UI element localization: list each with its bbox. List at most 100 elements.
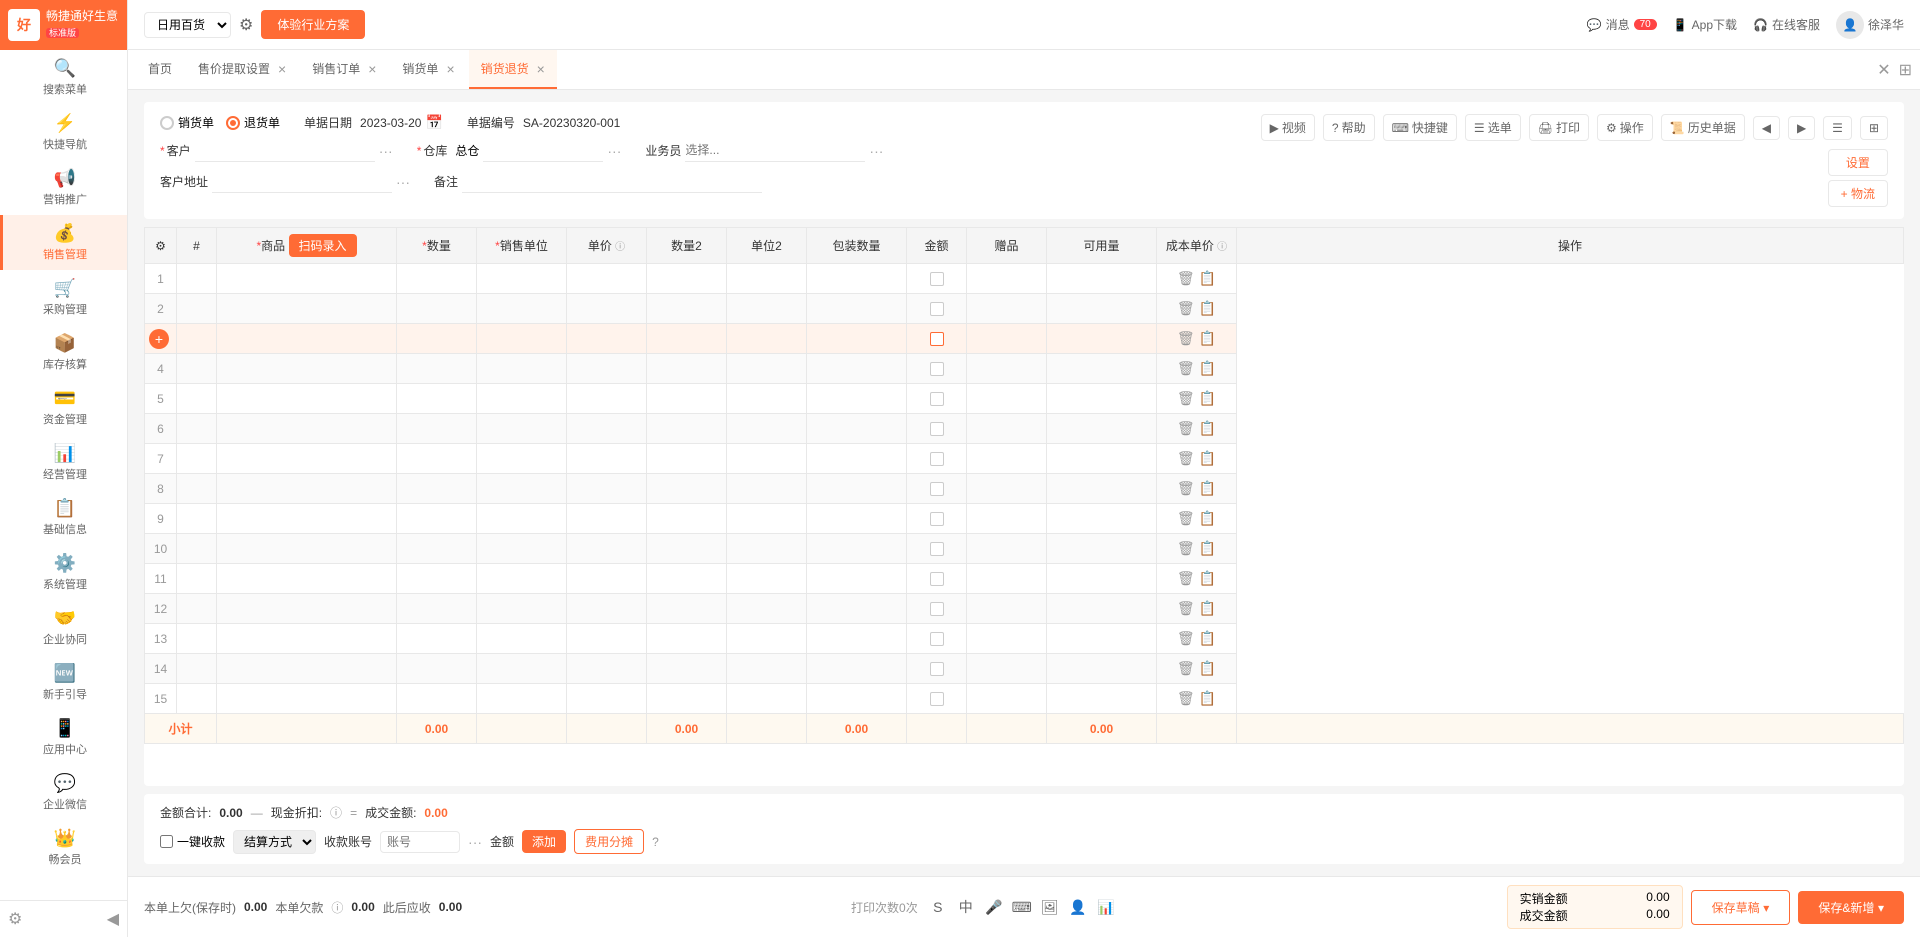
sidebar-item-inventory[interactable]: 📦 库存核算 [0, 325, 127, 380]
gift-checkbox-13[interactable] [930, 632, 944, 646]
delete-row-10[interactable]: 🗑 [1177, 540, 1195, 557]
sidebar-item-marketing[interactable]: 📢 营销推广 [0, 160, 127, 215]
nav-prev-btn[interactable]: ◀ [1753, 116, 1780, 140]
col-settings-header[interactable]: ⚙ [145, 228, 177, 264]
address-select-btn[interactable]: ··· [396, 174, 410, 190]
delete-row-9[interactable]: 🗑 [1177, 510, 1195, 527]
message-btn[interactable]: 💬 消息 70 [1587, 16, 1657, 33]
list-view-btn[interactable]: ☰ [1823, 116, 1852, 140]
help-btn[interactable]: ? 帮助 [1323, 114, 1375, 141]
experience-plan-btn[interactable]: 体验行业方案 [261, 10, 365, 39]
copy-row-8[interactable]: 📋 [1199, 480, 1216, 497]
sidebar-item-basic[interactable]: 📋 基础信息 [0, 490, 127, 545]
delete-row-11[interactable]: 🗑 [1177, 570, 1195, 587]
customer-select-btn[interactable]: ··· [379, 143, 393, 159]
gift-checkbox-15[interactable] [930, 692, 944, 706]
scan-input-btn[interactable]: 扫码录入 [289, 234, 357, 257]
online-service-btn[interactable]: 🎧 在线客服 [1753, 16, 1820, 33]
remark-input[interactable] [462, 170, 762, 193]
copy-row-2-btn[interactable]: 📋 [1199, 300, 1216, 317]
gift-checkbox-4[interactable] [930, 362, 944, 376]
copy-row-14[interactable]: 📋 [1199, 660, 1216, 677]
copy-row-9[interactable]: 📋 [1199, 510, 1216, 527]
sidebar-item-shortcut[interactable]: ⚡ 快捷导航 [0, 105, 127, 160]
sidebar-item-vip[interactable]: 👑 畅会员 [0, 820, 127, 875]
copy-row-4[interactable]: 📋 [1199, 360, 1216, 377]
select-btn[interactable]: ☰ 选单 [1465, 114, 1521, 141]
gift-checkbox-6[interactable] [930, 422, 944, 436]
industry-select[interactable]: 日用百货 [144, 12, 231, 38]
single-owe-info[interactable]: ⓘ [331, 899, 343, 916]
warehouse-select-btn[interactable]: ··· [607, 143, 621, 159]
tab-sales-delivery-close[interactable]: × [446, 61, 454, 77]
sidebar-item-finance[interactable]: 💳 资金管理 [0, 380, 127, 435]
gift-checkbox-2[interactable] [930, 302, 944, 316]
gift-checkbox-3[interactable] [930, 332, 944, 346]
gift-checkbox-7[interactable] [930, 452, 944, 466]
one-click-checkbox[interactable] [160, 835, 173, 848]
tab-price-setting-close[interactable]: × [278, 61, 286, 77]
gift-checkbox-9[interactable] [930, 512, 944, 526]
app-download-btn[interactable]: 📱 App下载 [1673, 16, 1737, 33]
settlement-method-select[interactable]: 结算方式 [233, 830, 316, 854]
print-btn[interactable]: 🖨 打印 [1529, 114, 1589, 141]
fee-split-btn[interactable]: 费用分摊 [574, 829, 644, 854]
copy-row-7[interactable]: 📋 [1199, 450, 1216, 467]
tab-sales-order[interactable]: 销售订单 × [300, 50, 388, 89]
salesperson-input[interactable] [685, 139, 865, 162]
gift-checkbox-5[interactable] [930, 392, 944, 406]
fee-help-icon[interactable]: ? [652, 835, 659, 849]
copy-row-6[interactable]: 📋 [1199, 420, 1216, 437]
nav-next-btn[interactable]: ▶ [1788, 116, 1815, 140]
sidebar-collapse-btn[interactable]: ◀ [107, 909, 119, 929]
sidebar-settings-btn[interactable]: ⚙ [8, 909, 22, 929]
topbar-gear-btn[interactable]: ⚙ [239, 15, 253, 35]
copy-row-15[interactable]: 📋 [1199, 690, 1216, 707]
add-payment-btn[interactable]: 添加 [522, 830, 566, 853]
save-draft-btn[interactable]: 保存草稿 ▾ [1691, 890, 1791, 925]
delete-row-8[interactable]: 🗑 [1177, 480, 1195, 497]
add-row-btn[interactable]: + [149, 329, 169, 349]
tab-sales-return[interactable]: 销货退货 × [469, 50, 557, 89]
settings-side-btn[interactable]: 设置 [1828, 149, 1888, 176]
delete-row-5[interactable]: 🗑 [1177, 390, 1195, 407]
copy-row-1-btn[interactable]: 📋 [1199, 270, 1216, 287]
copy-row-3-btn[interactable]: 📋 [1199, 330, 1216, 347]
tab-sales-delivery[interactable]: 销货单 × [390, 50, 466, 89]
radio-return[interactable]: 退货单 [226, 114, 280, 131]
radio-sales[interactable]: 销货单 [160, 114, 214, 131]
gift-checkbox-10[interactable] [930, 542, 944, 556]
gift-checkbox-12[interactable] [930, 602, 944, 616]
grid-view-btn[interactable]: ⊞ [1860, 116, 1888, 140]
delete-row-15[interactable]: 🗑 [1177, 690, 1195, 707]
video-btn[interactable]: ▶ 视频 [1261, 114, 1315, 141]
tab-sales-order-close[interactable]: × [368, 61, 376, 77]
account-input[interactable] [380, 831, 460, 853]
gift-checkbox-8[interactable] [930, 482, 944, 496]
logistics-side-btn[interactable]: + 物流 [1828, 180, 1888, 207]
delete-row-14[interactable]: 🗑 [1177, 660, 1195, 677]
sidebar-item-purchase[interactable]: 🛒 采购管理 [0, 270, 127, 325]
delete-row-1-btn[interactable]: 🗑 [1177, 270, 1195, 287]
customer-input[interactable] [195, 139, 375, 162]
one-click-payment-checkbox[interactable]: 一键收款 [160, 833, 225, 850]
copy-row-5[interactable]: 📋 [1199, 390, 1216, 407]
address-input[interactable] [212, 170, 392, 193]
warehouse-input[interactable] [483, 139, 603, 162]
shortcut-btn[interactable]: ⌨ 快捷键 [1383, 114, 1457, 141]
gift-checkbox-14[interactable] [930, 662, 944, 676]
tab-sales-return-close[interactable]: × [537, 61, 545, 77]
calendar-icon[interactable]: 📅 [425, 114, 442, 131]
delete-row-6[interactable]: 🗑 [1177, 420, 1195, 437]
save-new-btn[interactable]: 保存&新增 ▾ [1798, 891, 1904, 924]
copy-row-13[interactable]: 📋 [1199, 630, 1216, 647]
copy-row-11[interactable]: 📋 [1199, 570, 1216, 587]
cash-discount-info[interactable]: ⓘ [330, 804, 342, 821]
tab-home[interactable]: 首页 [136, 50, 184, 89]
sidebar-item-app[interactable]: 📱 应用中心 [0, 710, 127, 765]
delete-row-12[interactable]: 🗑 [1177, 600, 1195, 617]
delete-row-3-btn[interactable]: 🗑 [1177, 330, 1195, 347]
copy-row-10[interactable]: 📋 [1199, 540, 1216, 557]
delete-row-7[interactable]: 🗑 [1177, 450, 1195, 467]
tab-price-setting[interactable]: 售价提取设置 × [186, 50, 298, 89]
